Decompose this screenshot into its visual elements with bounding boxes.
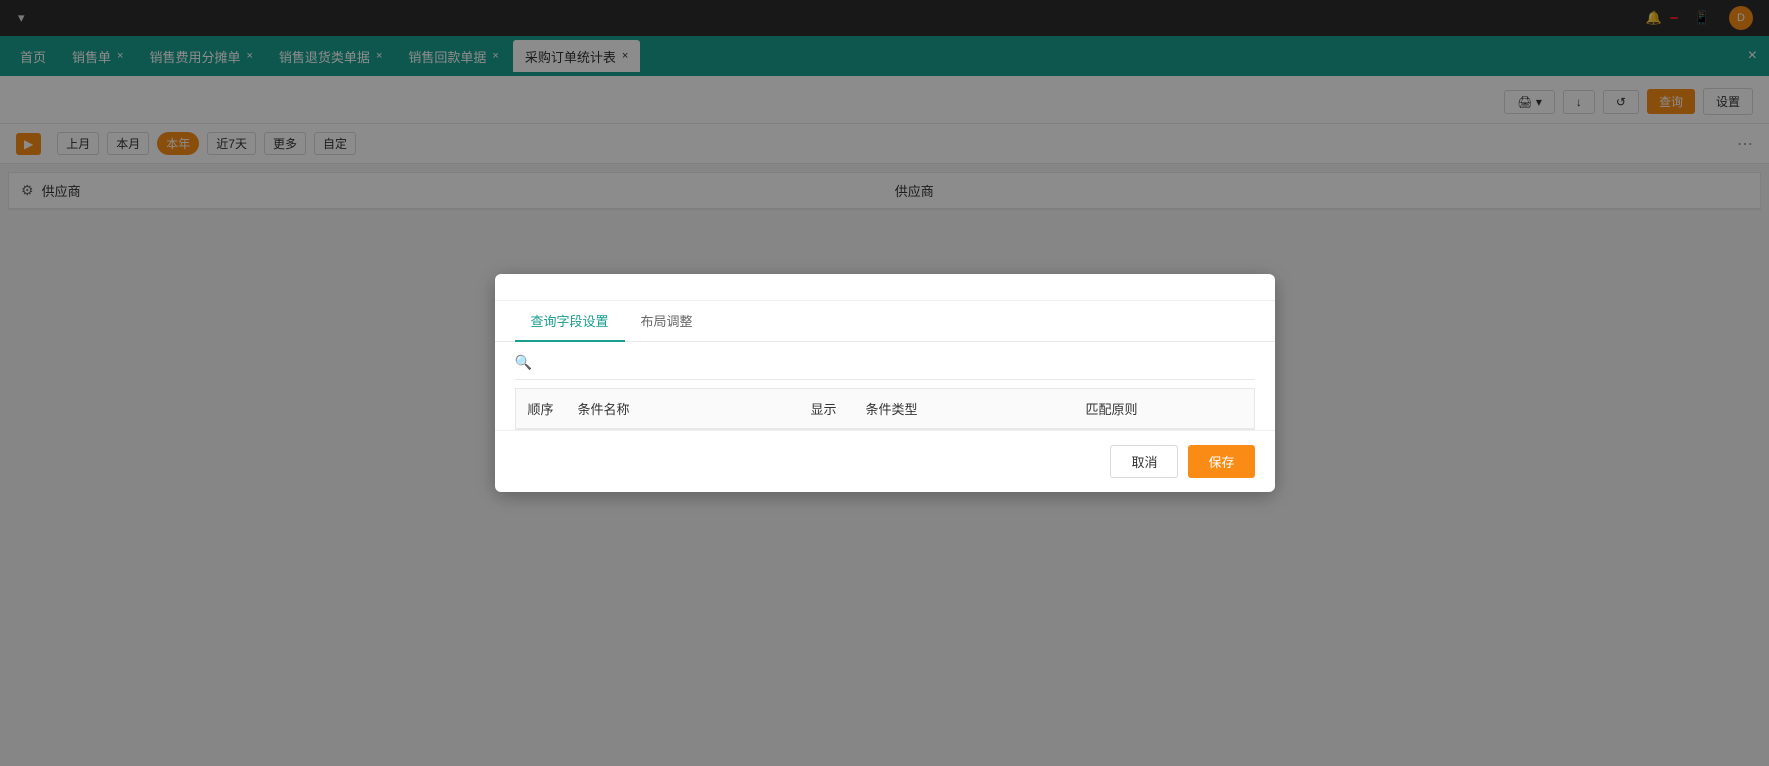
modal-tabs: 查询字段设置 布局调整 [495, 301, 1275, 342]
tab-query-fields[interactable]: 查询字段设置 [515, 301, 625, 342]
settings-modal: 查询字段设置 布局调整 🔍 顺序 条件名称 显示 条件类型 [495, 274, 1275, 492]
th-type: 条件类型 [854, 389, 1074, 429]
conditions-table-container: 顺序 条件名称 显示 条件类型 匹配原则 [515, 388, 1255, 430]
save-btn[interactable]: 保存 [1188, 445, 1254, 478]
th-match: 匹配原则 [1074, 389, 1254, 429]
condition-search-input[interactable] [538, 355, 738, 370]
conditions-table: 顺序 条件名称 显示 条件类型 匹配原则 [516, 389, 1254, 429]
th-name: 条件名称 [566, 389, 794, 429]
modal-footer: 取消 保存 [495, 430, 1275, 492]
search-bar: 🔍 [515, 354, 1255, 380]
th-display: 显示 [794, 389, 854, 429]
table-header: 顺序 条件名称 显示 条件类型 匹配原则 [516, 389, 1254, 429]
modal-header [495, 274, 1275, 301]
modal-overlay: 查询字段设置 布局调整 🔍 顺序 条件名称 显示 条件类型 [0, 0, 1769, 766]
cancel-btn[interactable]: 取消 [1110, 445, 1178, 478]
search-icon: 🔍 [515, 354, 532, 371]
th-order: 顺序 [516, 389, 566, 429]
modal-body: 🔍 顺序 条件名称 显示 条件类型 匹配原则 [495, 342, 1275, 430]
tab-layout-adjust[interactable]: 布局调整 [625, 301, 709, 342]
